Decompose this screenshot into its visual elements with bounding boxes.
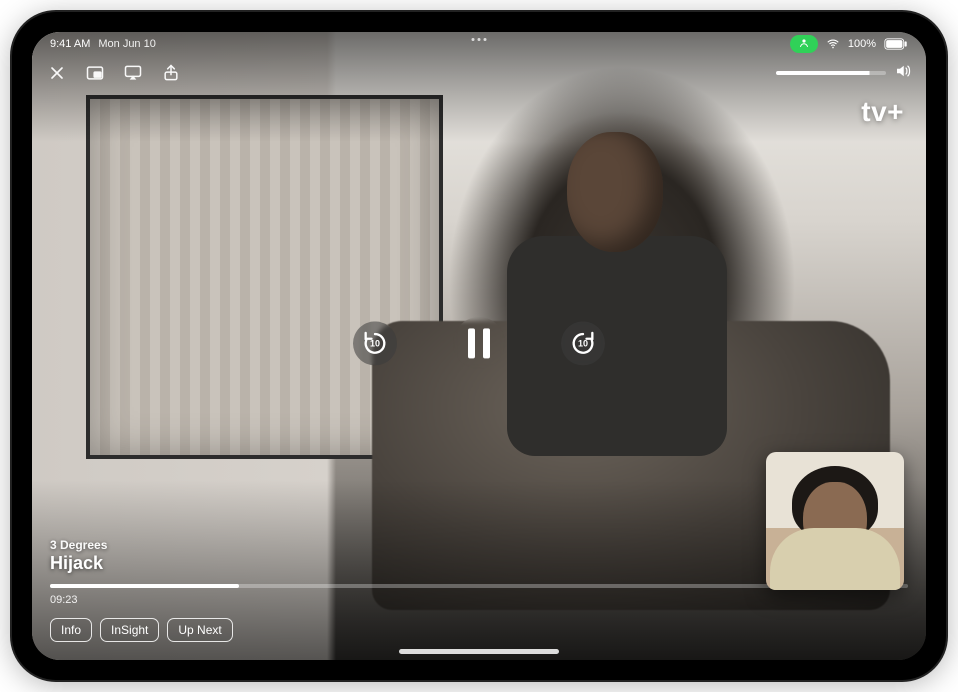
close-button[interactable]: [46, 62, 68, 84]
skip-forward-seconds: 10: [578, 338, 588, 348]
pause-button[interactable]: [453, 317, 505, 369]
battery-percent: 100%: [848, 38, 876, 50]
elapsed-time: 09:23: [50, 594, 908, 606]
wifi-icon: [826, 37, 840, 51]
appletv-brand: tv+: [859, 96, 904, 128]
info-button[interactable]: Info: [50, 618, 92, 642]
insight-button[interactable]: InSight: [100, 618, 159, 642]
status-bar: 9:41 AM Mon Jun 10 100%: [32, 32, 926, 54]
volume-control[interactable]: [776, 62, 912, 85]
pip-button[interactable]: [84, 62, 106, 84]
upnext-button[interactable]: Up Next: [167, 618, 232, 642]
player-top-bar: [32, 58, 926, 88]
facetime-pip-tile[interactable]: [766, 452, 904, 590]
scene-figure: [497, 132, 737, 492]
screen: 9:41 AM Mon Jun 10 100%: [32, 32, 926, 660]
volume-slider[interactable]: [776, 71, 886, 75]
pause-icon: [468, 328, 490, 358]
home-indicator[interactable]: [399, 649, 559, 654]
status-date: Mon Jun 10: [98, 38, 155, 50]
multitask-indicator[interactable]: [472, 38, 487, 41]
skip-back-seconds: 10: [370, 338, 380, 348]
shareplay-icon: [798, 37, 810, 52]
battery-icon: [884, 38, 908, 50]
transport-controls: 10 10: [353, 317, 605, 369]
skip-back-button[interactable]: 10: [353, 321, 397, 365]
shareplay-pill[interactable]: [790, 35, 818, 53]
brand-text: tv+: [861, 96, 904, 128]
ipad-frame: 9:41 AM Mon Jun 10 100%: [12, 12, 946, 680]
status-time: 9:41 AM: [50, 38, 90, 50]
volume-icon: [894, 62, 912, 85]
skip-forward-button[interactable]: 10: [561, 321, 605, 365]
scrubber-progress: [50, 584, 239, 588]
share-button[interactable]: [160, 62, 182, 84]
airplay-button[interactable]: [122, 62, 144, 84]
